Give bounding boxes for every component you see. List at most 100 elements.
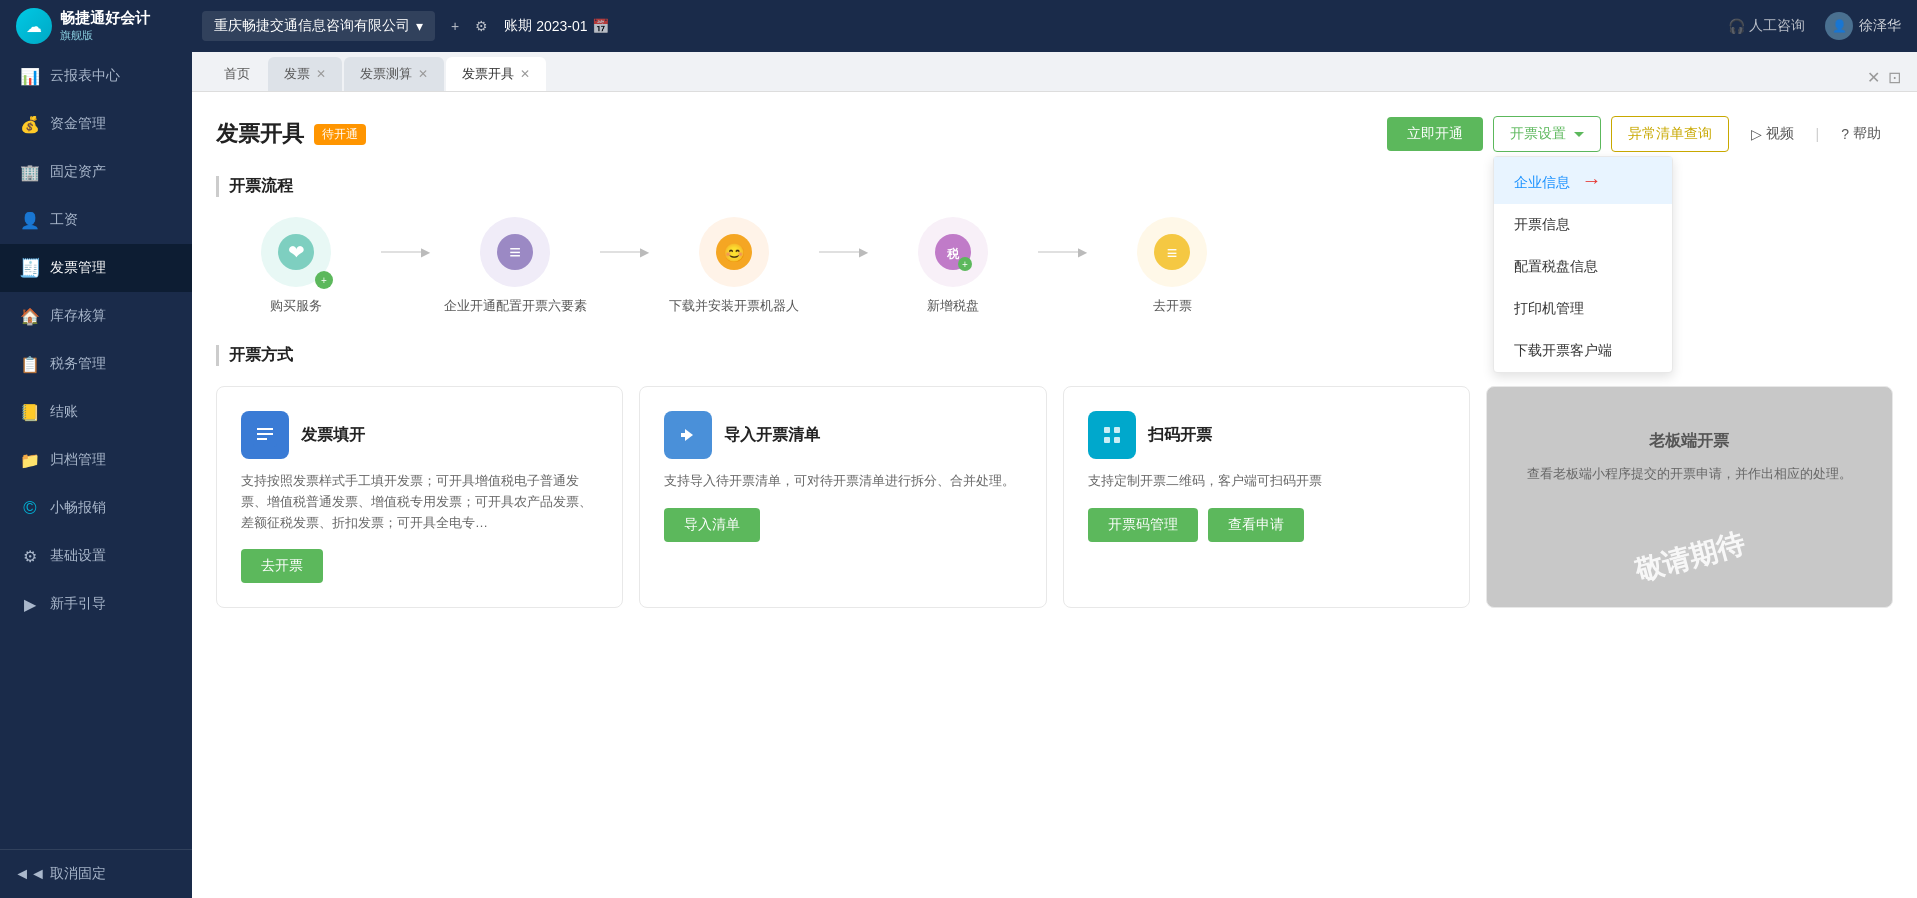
company-name: 重庆畅捷交通信息咨询有限公司 bbox=[214, 17, 410, 35]
expand-button[interactable]: ⊡ bbox=[1888, 68, 1901, 87]
sidebar-item-label: 新手引导 bbox=[50, 595, 106, 613]
method-cards: 发票填开 支持按照发票样式手工填开发票；可开具增值税电子普通发票、增值税普通发票… bbox=[216, 386, 1893, 608]
fill-icon bbox=[241, 411, 289, 459]
sidebar-item-funds[interactable]: 💰 资金管理 bbox=[0, 100, 192, 148]
logo-text: 畅捷通好会计 bbox=[60, 9, 150, 28]
calendar-icon: 📅 bbox=[592, 18, 609, 34]
svg-rect-15 bbox=[257, 438, 267, 440]
assets-icon: 🏢 bbox=[20, 162, 40, 182]
tab-bar: 首页 发票 ✕ 发票测算 ✕ 发票开具 ✕ ✕ ⊡ bbox=[192, 52, 1917, 92]
tab-close-invoice-calc[interactable]: ✕ bbox=[418, 67, 428, 81]
boss-desc: 查看老板端小程序提交的开票申请，并作出相应的处理。 bbox=[1511, 464, 1868, 485]
sidebar-item-guide[interactable]: ▶ 新手引导 bbox=[0, 580, 192, 628]
logo-area: ☁ 畅捷通好会计 旗舰版 bbox=[16, 8, 186, 44]
sidebar-item-label: 小畅报销 bbox=[50, 499, 106, 517]
reports-icon: 📊 bbox=[20, 66, 40, 86]
red-arrow-icon: → bbox=[1581, 169, 1601, 191]
sidebar-item-invoice[interactable]: 🧾 发票管理 bbox=[0, 244, 192, 292]
period-area[interactable]: 账期 2023-01 📅 bbox=[504, 17, 608, 35]
sidebar-item-reports[interactable]: 📊 云报表中心 bbox=[0, 52, 192, 100]
user-area[interactable]: 👤 徐泽华 bbox=[1825, 12, 1901, 40]
svg-rect-20 bbox=[1104, 427, 1110, 433]
svg-rect-18 bbox=[681, 433, 686, 437]
company-selector[interactable]: 重庆畅捷交通信息咨询有限公司 ▾ bbox=[202, 11, 435, 41]
status-badge: 待开通 bbox=[314, 124, 366, 145]
boss-title: 老板端开票 bbox=[1511, 431, 1868, 452]
activate-button[interactable]: 立即开通 bbox=[1387, 117, 1483, 151]
help-label: 人工咨询 bbox=[1749, 17, 1805, 35]
import-button[interactable]: 导入清单 bbox=[664, 508, 760, 542]
method-section: 开票方式 bbox=[216, 345, 1893, 608]
period-value: 2023-01 bbox=[536, 18, 587, 34]
settings-dropdown: 企业信息 → 开票信息 配置税盘信息 打印机管理 下载开票客户端 bbox=[1493, 156, 1673, 373]
sidebar-item-tax[interactable]: 📋 税务管理 bbox=[0, 340, 192, 388]
step-icon-4: 税 + bbox=[918, 217, 988, 287]
scan-icon bbox=[1088, 411, 1136, 459]
sidebar: 📊 云报表中心 💰 资金管理 🏢 固定资产 👤 工资 🧾 发票管理 🏠 bbox=[0, 52, 192, 898]
company-dropdown-icon: ▾ bbox=[416, 18, 423, 34]
flow-step-label-1: 购买服务 bbox=[270, 297, 322, 315]
dropdown-item-printer[interactable]: 打印机管理 bbox=[1494, 288, 1672, 330]
help-button[interactable]: ? 帮助 bbox=[1829, 117, 1893, 151]
tab-close-invoice[interactable]: ✕ bbox=[316, 67, 326, 81]
report2-icon: © bbox=[20, 498, 40, 518]
scan-desc: 支持定制开票二维码，客户端可扫码开票 bbox=[1088, 471, 1445, 492]
flow-step-label-3: 下载并安装开票机器人 bbox=[669, 297, 799, 315]
sidebar-item-inventory[interactable]: 🏠 库存核算 bbox=[0, 292, 192, 340]
sidebar-item-payroll[interactable]: 👤 工资 bbox=[0, 196, 192, 244]
video-button[interactable]: ▷ 视频 bbox=[1739, 117, 1806, 151]
method-card-import: 导入开票清单 支持导入待开票清单，可对待开票清单进行拆分、合并处理。 导入清单 bbox=[639, 386, 1046, 608]
fill-go-button[interactable]: 去开票 bbox=[241, 549, 323, 583]
view-apply-button[interactable]: 查看申请 bbox=[1208, 508, 1304, 542]
flow-step-label-2: 企业开通配置开票六要素 bbox=[444, 297, 587, 315]
dropdown-item-invoice-info[interactable]: 开票信息 bbox=[1494, 204, 1672, 246]
logo-icon: ☁ bbox=[16, 8, 52, 44]
topbar-right: 🎧 人工咨询 👤 徐泽华 bbox=[1728, 12, 1901, 40]
tab-invoice-calc[interactable]: 发票测算 ✕ bbox=[344, 57, 444, 91]
svg-rect-21 bbox=[1114, 427, 1120, 433]
exception-button[interactable]: 异常清单查询 bbox=[1611, 116, 1729, 152]
svg-text:😊: 😊 bbox=[723, 242, 746, 264]
main-area: 📊 云报表中心 💰 资金管理 🏢 固定资产 👤 工资 🧾 发票管理 🏠 bbox=[0, 52, 1917, 898]
tab-close-invoice-open[interactable]: ✕ bbox=[520, 67, 530, 81]
svg-text:税: 税 bbox=[946, 247, 960, 261]
funds-icon: 💰 bbox=[20, 114, 40, 134]
app-container: ☁ 畅捷通好会计 旗舰版 重庆畅捷交通信息咨询有限公司 ▾ + ⚙ 账期 202… bbox=[0, 0, 1917, 898]
plus-icon: + bbox=[451, 18, 459, 34]
sidebar-item-settings[interactable]: ⚙ 基础设置 bbox=[0, 532, 192, 580]
settings-button[interactable]: 开票设置 bbox=[1493, 116, 1601, 152]
sidebar-item-report2[interactable]: © 小畅报销 bbox=[0, 484, 192, 532]
flow-step-4: 税 + 新增税盘 bbox=[873, 217, 1033, 315]
tab-invoice-open[interactable]: 发票开具 ✕ bbox=[446, 57, 546, 91]
page-header: 发票开具 待开通 立即开通 开票设置 bbox=[216, 116, 1893, 152]
tab-home[interactable]: 首页 bbox=[208, 57, 266, 91]
flow-step-3: 😊 下载并安装开票机器人 bbox=[654, 217, 814, 315]
close-page-button[interactable]: ✕ bbox=[1867, 68, 1880, 87]
cancel-pin-icon: ◄◄ bbox=[20, 864, 40, 884]
dropdown-item-download[interactable]: 下载开票客户端 bbox=[1494, 330, 1672, 372]
topbar-settings-button[interactable]: ⚙ bbox=[475, 18, 488, 34]
sidebar-item-label: 固定资产 bbox=[50, 163, 106, 181]
sidebar-item-cancel-pin[interactable]: ◄◄ 取消固定 bbox=[0, 850, 192, 898]
dropdown-item-company[interactable]: 企业信息 → bbox=[1494, 157, 1672, 204]
add-tab-button[interactable]: + bbox=[451, 18, 459, 34]
help-button[interactable]: 🎧 人工咨询 bbox=[1728, 17, 1805, 35]
import-title: 导入开票清单 bbox=[724, 425, 820, 446]
dropdown-item-tax-config[interactable]: 配置税盘信息 bbox=[1494, 246, 1672, 288]
sidebar-item-label: 结账 bbox=[50, 403, 78, 421]
svg-rect-14 bbox=[257, 433, 273, 435]
sidebar-item-label: 工资 bbox=[50, 211, 78, 229]
flow-step-label-5: 去开票 bbox=[1153, 297, 1192, 315]
flow-step-5: ≡ 去开票 bbox=[1092, 217, 1252, 315]
sidebar-item-archive[interactable]: 📁 归档管理 bbox=[0, 436, 192, 484]
logo-sub: 旗舰版 bbox=[60, 28, 150, 43]
svg-rect-22 bbox=[1104, 437, 1110, 443]
qr-manage-button[interactable]: 开票码管理 bbox=[1088, 508, 1198, 542]
archive-icon: 📁 bbox=[20, 450, 40, 470]
sidebar-item-assets[interactable]: 🏢 固定资产 bbox=[0, 148, 192, 196]
svg-rect-19 bbox=[1100, 423, 1124, 447]
sidebar-item-label: 基础设置 bbox=[50, 547, 106, 565]
page-title: 发票开具 bbox=[216, 119, 304, 149]
tab-invoice[interactable]: 发票 ✕ bbox=[268, 57, 342, 91]
sidebar-item-closing[interactable]: 📒 结账 bbox=[0, 388, 192, 436]
